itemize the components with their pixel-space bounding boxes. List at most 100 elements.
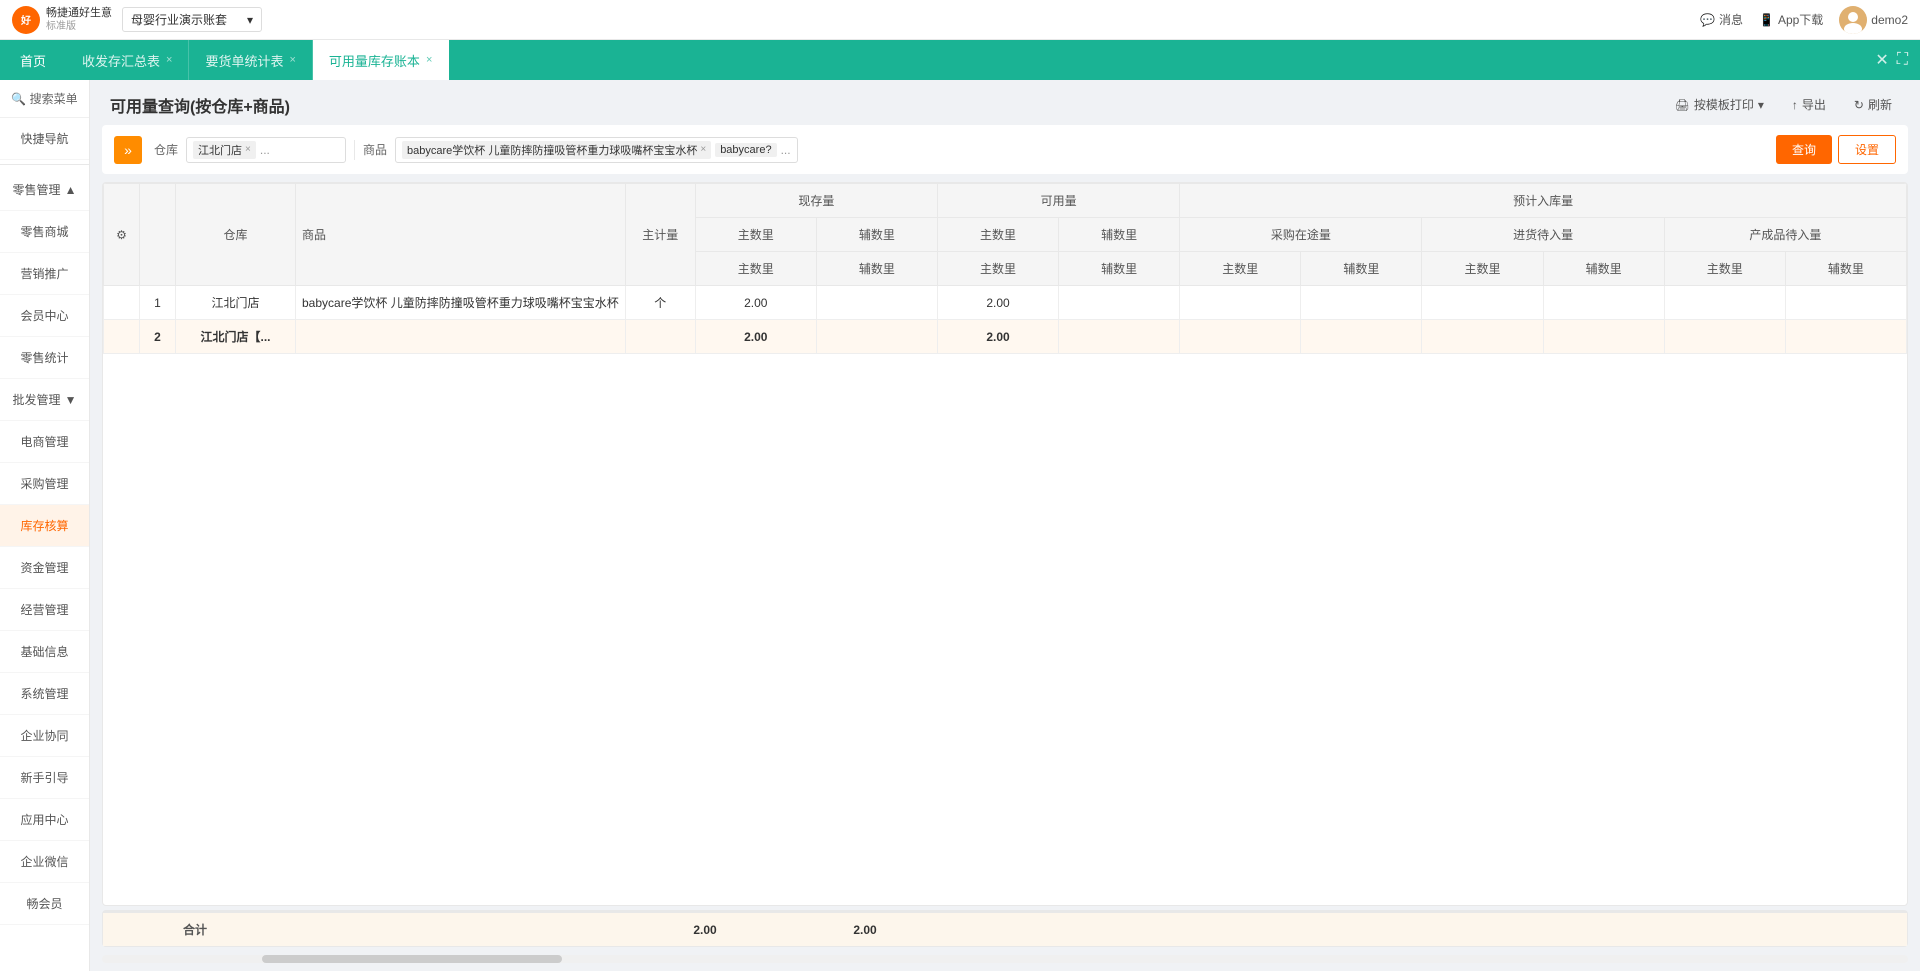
settings-button[interactable]: 设置 [1838, 135, 1896, 164]
sidebar-item-new-guide[interactable]: 新手引导 [0, 757, 89, 799]
subtotal-settings [104, 320, 140, 354]
export-btn[interactable]: ↑ 导出 [1784, 92, 1834, 117]
industry-selector[interactable]: 母婴行业演示账套 ▾ [122, 7, 262, 32]
print-btn[interactable]: 🖨 按模板打印 ▾ [1667, 92, 1772, 117]
tab-home[interactable]: 首页 [0, 40, 66, 80]
subtotal-in-aux [1543, 320, 1664, 354]
total-row: 合计 2.00 2.00 [103, 911, 1907, 946]
available-aux-header: 辅数里 [1059, 218, 1180, 252]
main-layout: 🔍 搜索菜单 快捷导航 零售管理 ▲ 零售商城 营销推广 会员中心 零售统计 批… [0, 80, 1920, 971]
row1-unit: 个 [625, 286, 695, 320]
subtotal-available-aux [1059, 320, 1180, 354]
in-aux: 辅数里 [1543, 252, 1664, 286]
chevron-down-icon: ▾ [247, 13, 253, 27]
row1-warehouse: 江北门店 [176, 286, 296, 320]
warehouse-label: 仓库 [154, 141, 178, 158]
refresh-btn[interactable]: ↻ 刷新 [1846, 92, 1900, 117]
sidebar-search[interactable]: 🔍 搜索菜单 [0, 80, 89, 118]
scrollbar-container [102, 955, 1908, 963]
sidebar-item-enterprise-wechat[interactable]: 企业微信 [0, 841, 89, 883]
subtotal-no: 2 [140, 320, 176, 354]
warehouse-tag-close[interactable]: × [245, 144, 251, 155]
row1-pu-aux [1301, 286, 1422, 320]
query-button[interactable]: 查询 [1776, 135, 1832, 164]
page-header: 可用量查询(按仓库+商品) 🖨 按模板打印 ▾ ↑ 导出 ↻ 刷新 [90, 80, 1920, 125]
row1-no: 1 [140, 286, 176, 320]
chevron-icon: ▲ [65, 183, 77, 197]
sidebar-item-purchase[interactable]: 采购管理 [0, 463, 89, 505]
cs-main2: 主数里 [695, 252, 816, 286]
app-download-btn[interactable]: 📱 App下载 [1759, 11, 1823, 28]
sidebar-item-inventory[interactable]: 库存核算 [0, 505, 89, 547]
warehouse-tag: 江北门店 × [193, 141, 256, 159]
row1-available-aux [1059, 286, 1180, 320]
logo-text: 畅捷通好生意 标准版 [46, 6, 112, 33]
product-tag2: babycare? [715, 143, 776, 157]
sidebar-item-member-center[interactable]: 会员中心 [0, 295, 89, 337]
tab2-close-icon[interactable]: × [289, 54, 295, 66]
filter-toggle-btn[interactable]: » [114, 136, 142, 164]
sidebar-item-member[interactable]: 畅会员 [0, 883, 89, 925]
pr-main: 主数里 [1664, 252, 1785, 286]
sidebar-item-ecommerce[interactable]: 电商管理 [0, 421, 89, 463]
sidebar-item-marketing[interactable]: 营销推广 [0, 253, 89, 295]
av-aux2: 辅数里 [1059, 252, 1180, 286]
refresh-icon: ↻ [1854, 98, 1864, 112]
logo-icon: 好 [12, 6, 40, 34]
row1-current-main: 2.00 [695, 286, 816, 320]
sidebar-item-finance[interactable]: 资金管理 [0, 547, 89, 589]
current-aux-header: 辅数里 [816, 218, 937, 252]
row1-product: babycare学饮杯 儿童防摔防撞吸管杯重力球吸嘴杯宝宝水杯 [296, 286, 626, 320]
pu-aux: 辅数里 [1301, 252, 1422, 286]
nav-tabs-bar: 首页 收发存汇总表 × 要货单统计表 × 可用量库存账本 × ✕ ⛶ [0, 40, 1920, 80]
product-label: 商品 [363, 141, 387, 158]
sidebar-item-enterprise-collab[interactable]: 企业协同 [0, 715, 89, 757]
table-container[interactable]: ⚙ 仓库 商品 主计量 现存量 可用量 预计入库量 主数里 辅数里 主数里 辅数… [102, 182, 1908, 906]
tab-yaohuo[interactable]: 要货单统计表 × [189, 40, 312, 80]
tab1-close-icon[interactable]: × [166, 54, 172, 66]
subtotal-current-aux [816, 320, 937, 354]
message-icon: 💬 [1700, 13, 1715, 27]
tab3-close-icon[interactable]: × [426, 54, 432, 66]
filter-actions: 查询 设置 [1776, 135, 1896, 164]
top-bar-left: 好 畅捷通好生意 标准版 母婴行业演示账套 ▾ [12, 6, 262, 34]
col-settings[interactable]: ⚙ [104, 184, 140, 286]
sidebar-item-app-center[interactable]: 应用中心 [0, 799, 89, 841]
subtotal-warehouse: 江北门店【... [176, 320, 296, 354]
product-tag-close[interactable]: × [700, 144, 706, 155]
content-area: 可用量查询(按仓库+商品) 🖨 按模板打印 ▾ ↑ 导出 ↻ 刷新 [90, 80, 1920, 971]
filter-separator1 [354, 140, 355, 160]
row1-settings [104, 286, 140, 320]
tab-shoufacun[interactable]: 收发存汇总表 × [66, 40, 189, 80]
pu-main: 主数里 [1180, 252, 1301, 286]
warehouse-input[interactable]: 江北门店 × ... [186, 137, 346, 163]
sidebar-item-retail-stats[interactable]: 零售统计 [0, 337, 89, 379]
sidebar-item-retail-mgmt[interactable]: 零售管理 ▲ [0, 169, 89, 211]
sidebar-item-wholesale[interactable]: 批发管理 ▼ [0, 379, 89, 421]
sidebar-item-operations[interactable]: 经营管理 [0, 589, 89, 631]
available-main-header: 主数里 [937, 218, 1058, 252]
search-icon: 🔍 [11, 92, 26, 106]
subtotal-row: 2 江北门店【... 2.00 2.00 [104, 320, 1907, 354]
sidebar-item-system[interactable]: 系统管理 [0, 673, 89, 715]
row1-pu-main [1180, 286, 1301, 320]
subtotal-unit [625, 320, 695, 354]
sidebar-item-quick-nav[interactable]: 快捷导航 [0, 118, 89, 160]
maximize-icon[interactable]: ⛶ [1897, 51, 1908, 69]
total-label: 合计 [175, 921, 295, 938]
close-window-icon[interactable]: ✕ [1875, 50, 1888, 70]
sidebar: 🔍 搜索菜单 快捷导航 零售管理 ▲ 零售商城 营销推广 会员中心 零售统计 批… [0, 80, 90, 971]
product-input[interactable]: babycare学饮杯 儿童防摔防撞吸管杯重力球吸嘴杯宝宝水杯 × babyca… [395, 137, 798, 163]
col-available-group: 可用量 [937, 184, 1179, 218]
row1-pr-aux [1785, 286, 1906, 320]
warehouse-ellipsis: ... [260, 143, 270, 157]
print-icon: 🖨 [1675, 98, 1690, 112]
data-table: ⚙ 仓库 商品 主计量 现存量 可用量 预计入库量 主数里 辅数里 主数里 辅数… [103, 183, 1907, 354]
tab-kuyongliang[interactable]: 可用量库存账本 × [313, 40, 449, 80]
sidebar-item-retail-mall[interactable]: 零售商城 [0, 211, 89, 253]
scrollbar-thumb[interactable] [262, 955, 562, 963]
row1-available-main: 2.00 [937, 286, 1058, 320]
message-btn[interactable]: 💬 消息 [1700, 11, 1743, 28]
user-avatar-area[interactable]: demo2 [1839, 6, 1908, 34]
sidebar-item-basics[interactable]: 基础信息 [0, 631, 89, 673]
